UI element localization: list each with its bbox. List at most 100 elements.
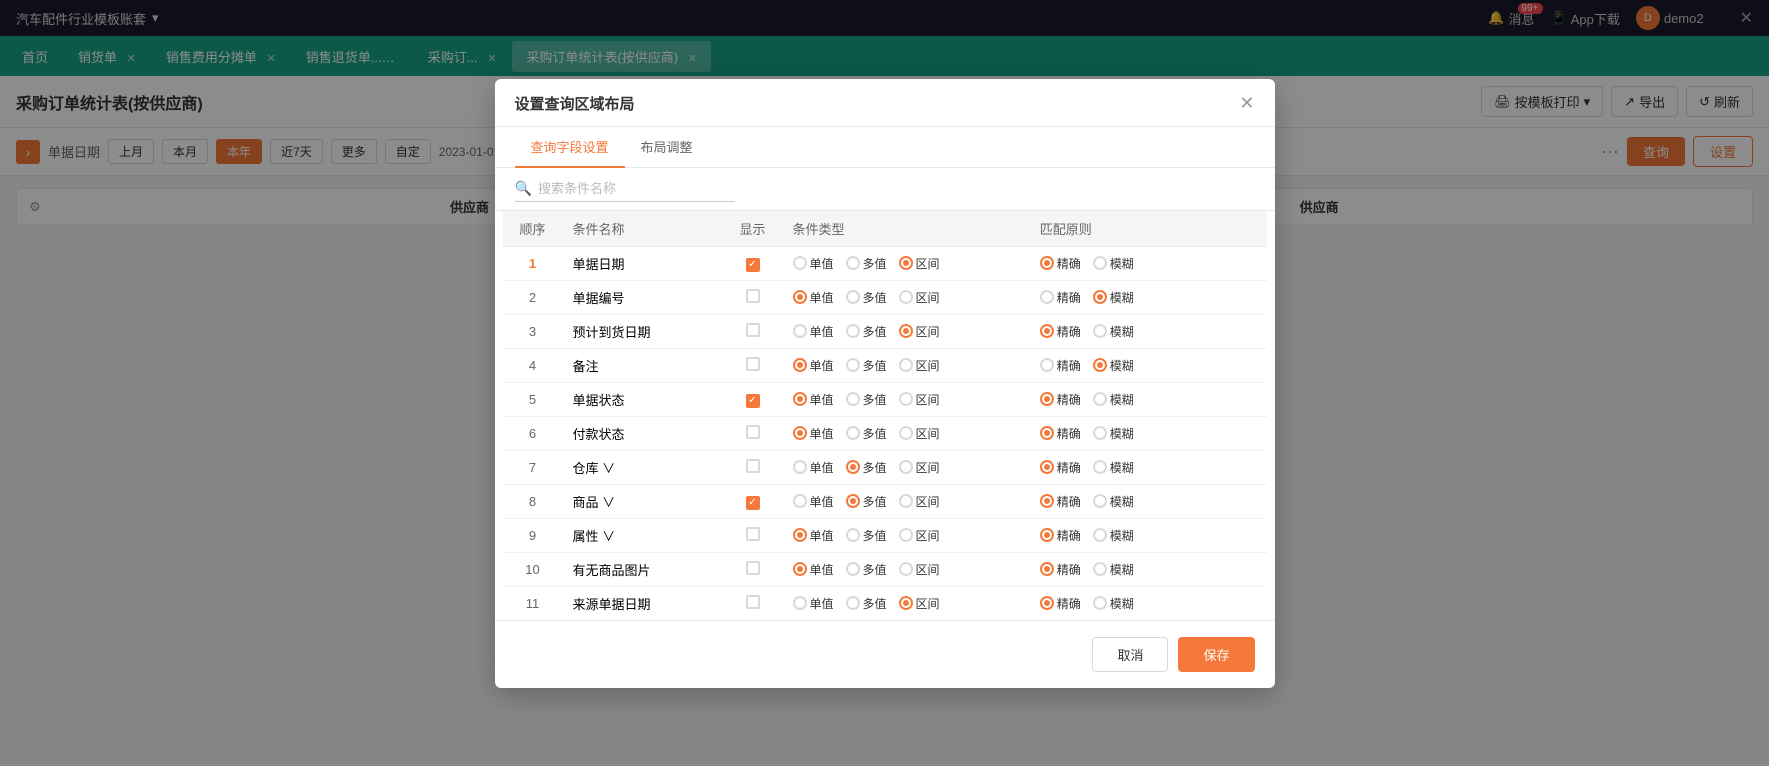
type-option-单值-3[interactable]: 单值	[793, 357, 834, 374]
display-checkbox-0[interactable]	[746, 258, 760, 272]
type-option-区间-1[interactable]: 区间	[899, 289, 940, 306]
type-option-区间-4[interactable]: 区间	[899, 391, 940, 408]
type-option-单值-7[interactable]: 单值	[793, 493, 834, 510]
match-option-模糊-10[interactable]: 模糊	[1093, 595, 1134, 612]
type-option-多值-10[interactable]: 多值	[846, 595, 887, 612]
row-display-5[interactable]	[723, 416, 783, 450]
row-display-0[interactable]	[723, 246, 783, 280]
type-option-区间-6[interactable]: 区间	[899, 459, 940, 476]
type-option-多值-5[interactable]: 多值	[846, 425, 887, 442]
match-option-精确-2[interactable]: 精确	[1040, 323, 1081, 340]
type-option-单值-8[interactable]: 单值	[793, 527, 834, 544]
type-option-单值-2[interactable]: 单值	[793, 323, 834, 340]
match-option-精确-9[interactable]: 精确	[1040, 561, 1081, 578]
type-option-多值-2[interactable]: 多值	[846, 323, 887, 340]
type-option-区间-2[interactable]: 区间	[899, 323, 940, 340]
display-checkbox-7[interactable]	[746, 496, 760, 510]
row-order-3: 4	[503, 348, 563, 382]
match-option-模糊-5[interactable]: 模糊	[1093, 425, 1134, 442]
radio-circle-match-5	[1040, 426, 1054, 440]
row-display-8[interactable]	[723, 518, 783, 552]
radio-circle-match-6	[1040, 460, 1054, 474]
match-option-模糊-2[interactable]: 模糊	[1093, 323, 1134, 340]
match-option-精确-3[interactable]: 精确	[1040, 357, 1081, 374]
row-order-10: 11	[503, 586, 563, 620]
type-option-单值-5[interactable]: 单值	[793, 425, 834, 442]
match-option-模糊-3[interactable]: 模糊	[1093, 357, 1134, 374]
type-option-多值-1[interactable]: 多值	[846, 289, 887, 306]
type-option-多值-9[interactable]: 多值	[846, 561, 887, 578]
radio-circle-type-6	[846, 460, 860, 474]
display-checkbox-9[interactable]	[746, 561, 760, 575]
type-option-区间-7[interactable]: 区间	[899, 493, 940, 510]
type-option-区间-9[interactable]: 区间	[899, 561, 940, 578]
row-display-3[interactable]	[723, 348, 783, 382]
match-option-模糊-9[interactable]: 模糊	[1093, 561, 1134, 578]
type-option-区间-10[interactable]: 区间	[899, 595, 940, 612]
type-option-单值-9[interactable]: 单值	[793, 561, 834, 578]
row-display-2[interactable]	[723, 314, 783, 348]
type-option-多值-6[interactable]: 多值	[846, 459, 887, 476]
radio-circle-type-7	[846, 494, 860, 508]
match-option-精确-7[interactable]: 精确	[1040, 493, 1081, 510]
radio-circle-type-6	[793, 460, 807, 474]
type-option-区间-5[interactable]: 区间	[899, 425, 940, 442]
type-option-单值-10[interactable]: 单值	[793, 595, 834, 612]
row-match-2: 精确模糊	[1030, 314, 1267, 348]
display-checkbox-6[interactable]	[746, 459, 760, 473]
radio-circle-type-8	[899, 528, 913, 542]
radio-circle-match-6	[1093, 460, 1107, 474]
row-type-5: 单值多值区间	[783, 416, 1030, 450]
row-display-7[interactable]	[723, 484, 783, 518]
match-option-精确-5[interactable]: 精确	[1040, 425, 1081, 442]
match-option-模糊-6[interactable]: 模糊	[1093, 459, 1134, 476]
display-checkbox-3[interactable]	[746, 357, 760, 371]
type-option-单值-0[interactable]: 单值	[793, 255, 834, 272]
match-option-模糊-8[interactable]: 模糊	[1093, 527, 1134, 544]
match-option-精确-6[interactable]: 精确	[1040, 459, 1081, 476]
dialog-close-button[interactable]: ✕	[1239, 94, 1254, 112]
radio-circle-match-9	[1093, 562, 1107, 576]
save-button[interactable]: 保存	[1178, 637, 1254, 672]
type-option-多值-8[interactable]: 多值	[846, 527, 887, 544]
match-option-精确-4[interactable]: 精确	[1040, 391, 1081, 408]
display-checkbox-8[interactable]	[746, 527, 760, 541]
match-option-精确-10[interactable]: 精确	[1040, 595, 1081, 612]
display-checkbox-2[interactable]	[746, 323, 760, 337]
display-checkbox-5[interactable]	[746, 425, 760, 439]
dialog-table-wrap: 顺序 条件名称 显示 条件类型 匹配原则 1单据日期单值多值区间精确模糊2单据编…	[495, 211, 1275, 620]
search-input[interactable]	[538, 181, 718, 196]
row-display-9[interactable]	[723, 552, 783, 586]
type-option-多值-4[interactable]: 多值	[846, 391, 887, 408]
type-option-单值-1[interactable]: 单值	[793, 289, 834, 306]
match-option-精确-8[interactable]: 精确	[1040, 527, 1081, 544]
row-display-1[interactable]	[723, 280, 783, 314]
tab-fields[interactable]: 查询字段设置	[515, 127, 625, 168]
tab-layout[interactable]: 布局调整	[625, 127, 709, 168]
type-option-多值-7[interactable]: 多值	[846, 493, 887, 510]
type-option-多值-3[interactable]: 多值	[846, 357, 887, 374]
match-option-模糊-0[interactable]: 模糊	[1093, 255, 1134, 272]
match-option-精确-1[interactable]: 精确	[1040, 289, 1081, 306]
match-option-模糊-1[interactable]: 模糊	[1093, 289, 1134, 306]
row-display-4[interactable]	[723, 382, 783, 416]
type-option-区间-0[interactable]: 区间	[899, 255, 940, 272]
type-option-区间-3[interactable]: 区间	[899, 357, 940, 374]
display-checkbox-4[interactable]	[746, 394, 760, 408]
match-option-模糊-7[interactable]: 模糊	[1093, 493, 1134, 510]
cancel-button[interactable]: 取消	[1092, 637, 1168, 672]
match-option-模糊-4[interactable]: 模糊	[1093, 391, 1134, 408]
display-checkbox-10[interactable]	[746, 595, 760, 609]
table-row: 6付款状态单值多值区间精确模糊	[503, 416, 1267, 450]
type-option-单值-4[interactable]: 单值	[793, 391, 834, 408]
match-option-精确-0[interactable]: 精确	[1040, 255, 1081, 272]
row-match-0: 精确模糊	[1030, 246, 1267, 280]
row-match-8: 精确模糊	[1030, 518, 1267, 552]
row-display-10[interactable]	[723, 586, 783, 620]
display-checkbox-1[interactable]	[746, 289, 760, 303]
type-option-区间-8[interactable]: 区间	[899, 527, 940, 544]
type-option-多值-0[interactable]: 多值	[846, 255, 887, 272]
row-type-6: 单值多值区间	[783, 450, 1030, 484]
type-option-单值-6[interactable]: 单值	[793, 459, 834, 476]
row-display-6[interactable]	[723, 450, 783, 484]
